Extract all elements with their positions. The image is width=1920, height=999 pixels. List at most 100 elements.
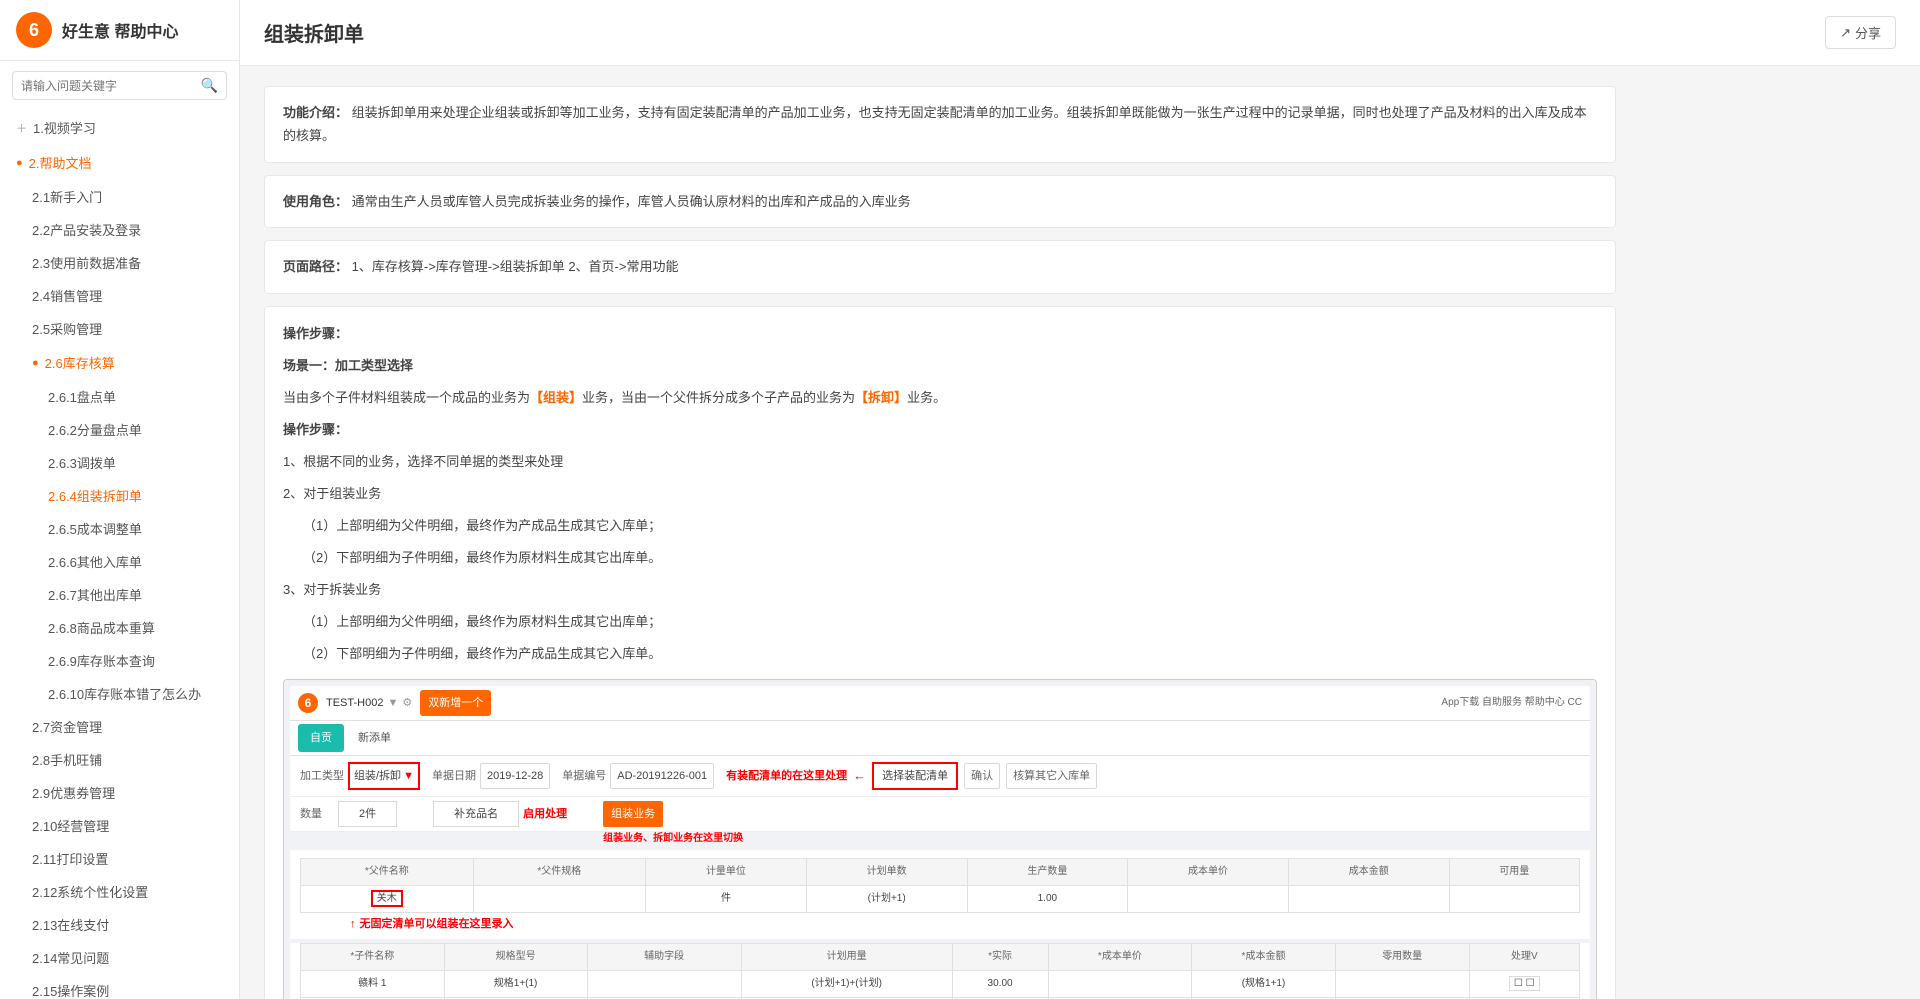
no-label: 单据编号	[562, 765, 606, 787]
sidebar-item-print[interactable]: 2.11打印设置	[0, 842, 239, 875]
th-plan-usage: 计划用量	[741, 943, 952, 970]
app-nav-left: TEST-H002 ▼ ⚙	[326, 692, 412, 714]
dropdown-placeholder[interactable]: 补充品名	[433, 801, 519, 827]
sidebar-item-install[interactable]: 2.2产品安装及登录	[0, 213, 239, 246]
steps-card: 操作步骤： 场景一：加工类型选择 当由多个子件材料组装成一个成品的业务为【组装】…	[264, 306, 1616, 999]
app-form-row-2: 数量 2件 补充品名 启用处理 组装业务 组装业务、拆卸业务在这里切换	[290, 797, 1590, 832]
step2: 2、对于组装业务	[283, 481, 1597, 507]
sidebar-item-other-out[interactable]: 2.6.7其他出库单	[0, 578, 239, 611]
annotation3-area: 补充品名 启用处理	[433, 801, 567, 827]
td-cost-unit	[1128, 885, 1289, 912]
annotation2-text: 组装业务、拆卸业务在这里切换	[603, 829, 743, 849]
app-nav-tabs: 自贡 新添单	[290, 721, 1590, 756]
table-header-row-2: *子件名称 规格型号 辅助字段 计划用量 *实际 *成本单价 *成本金额 零用数…	[301, 943, 1580, 970]
sidebar-item-online-pay[interactable]: 2.13在线支付	[0, 908, 239, 941]
th-cost-unit: 成本单价	[1128, 858, 1289, 885]
sidebar-item-newbie[interactable]: 2.1新手入门	[0, 180, 239, 213]
main-header: 组装拆卸单 ↗ 分享	[240, 0, 1920, 66]
sidebar-item-faq[interactable]: 2.14常见问题	[0, 941, 239, 974]
td-avail	[1449, 885, 1579, 912]
form-group-type: 加工类型 组装/拆卸 ▼	[300, 762, 420, 790]
sidebar-item-docs[interactable]: ● 2.帮助文档	[0, 145, 239, 180]
app-action2[interactable]: 核算其它入库单	[1006, 763, 1097, 789]
share-button[interactable]: ↗ 分享	[1825, 16, 1896, 49]
assembly-btn[interactable]: 选择装配清单	[872, 762, 958, 790]
th-parent-name: *父件名称	[301, 858, 474, 885]
page-title: 组装拆卸单	[264, 18, 364, 47]
th-unit: 计量单位	[646, 858, 807, 885]
sidebar-item-inventory[interactable]: ● 2.6库存核算	[0, 345, 239, 380]
sidebar-item-customize[interactable]: 2.12系统个性化设置	[0, 875, 239, 908]
app-tab-add[interactable]: 新添单	[348, 724, 401, 752]
date-value[interactable]: 2019-12-28	[480, 763, 550, 789]
date-label: 单据日期	[432, 765, 476, 787]
sidebar-item-assembly[interactable]: 2.6.4组装拆卸单	[0, 479, 239, 512]
search-input[interactable]	[21, 79, 201, 93]
td-aux-1	[587, 970, 741, 997]
window-title: TEST-H002	[326, 692, 383, 714]
process-btn-1[interactable]: ☐ ☐	[1509, 976, 1540, 991]
app-table-parent: *父件名称 *父件规格 计量单位 计划单数 生产数量 成本单价 成本金额 可用量	[300, 858, 1580, 913]
th-child-name: *子件名称	[301, 943, 445, 970]
sidebar-item-video-label: 1.视频学习	[33, 118, 96, 137]
app-action1[interactable]: 确认	[964, 763, 1000, 789]
parent-name-input[interactable]: 关木	[371, 890, 403, 907]
sidebar-item-cost-adj[interactable]: 2.6.5成本调整单	[0, 512, 239, 545]
td-cost-amt-1: (规格1+1)	[1192, 970, 1336, 997]
search-box[interactable]: 🔍	[12, 71, 227, 100]
qty-value[interactable]: 2件	[338, 801, 397, 827]
td-cost-unit-1	[1048, 970, 1192, 997]
main-area: 组装拆卸单 ↗ 分享 功能介绍： 组装拆卸单用来处理企业组装或拆卸等加工业务，支…	[240, 0, 1920, 999]
sidebar-item-data-prep[interactable]: 2.3使用前数据准备	[0, 246, 239, 279]
sidebar-item-sales[interactable]: 2.4销售管理	[0, 279, 239, 312]
step3-sub1: （1）上部明细为父件明细，最终作为原材料生成其它出库单；	[283, 609, 1597, 635]
annotation1-arrow: ←	[853, 763, 866, 789]
main-content: 功能介绍： 组装拆卸单用来处理企业组装或拆卸等加工业务，支持有固定装配清单的产品…	[240, 66, 1640, 999]
td-parent-spec	[473, 885, 646, 912]
screenshot-area: 6 TEST-H002 ▼ ⚙ 双新增一个 App下载 自助服务 帮助中心 CC…	[283, 679, 1597, 999]
sidebar-item-other-in[interactable]: 2.6.6其他入库单	[0, 545, 239, 578]
app-tab-active[interactable]: 自贡	[298, 724, 344, 752]
sidebar-item-stock-book[interactable]: 2.6.9库存账本查询	[0, 644, 239, 677]
step3-sub2: （2）下部明细为子件明细，最终作为产成品生成其它入库单。	[283, 641, 1597, 667]
sidebar-item-finance[interactable]: 2.7资金管理	[0, 710, 239, 743]
sidebar: 6 好生意 帮助中心 🔍 ＋ 1.视频学习 ● 2.帮助文档 2.1新手入门 2…	[0, 0, 240, 999]
table-row: 关木 件 (计划+1) 1.00	[301, 885, 1580, 912]
sidebar-item-stocktake2[interactable]: 2.6.2分量盘点单	[0, 413, 239, 446]
sidebar-item-purchase[interactable]: 2.5采购管理	[0, 312, 239, 345]
td-spec-1: 规格1+(1)	[444, 970, 587, 997]
sidebar-item-video[interactable]: ＋ 1.视频学习	[0, 110, 239, 145]
th-spec-model: 规格型号	[444, 943, 587, 970]
sidebar-item-cost-recalc[interactable]: 2.6.8商品成本重算	[0, 611, 239, 644]
sidebar-header: 6 好生意 帮助中心	[0, 0, 239, 61]
teal-btn[interactable]: 双新增一个	[420, 690, 491, 716]
app-form-area: 加工类型 组装/拆卸 ▼ 单据日期 2019-12-28 单据编号	[290, 756, 1590, 797]
app-table-parent-area: *父件名称 *父件规格 计量单位 计划单数 生产数量 成本单价 成本金额 可用量	[290, 850, 1590, 913]
share-label: 分享	[1855, 23, 1881, 42]
sidebar-item-coupon[interactable]: 2.9优惠券管理	[0, 776, 239, 809]
role-card: 使用角色： 通常由生产人员或库管人员完成拆装业务的操作，库管人员确认原材料的出库…	[264, 175, 1616, 228]
annotation3-text: 启用处理	[523, 803, 567, 825]
table-row: 赣料 1 规格1+(1) (计划+1)+(计划) 30.00 (规格1+1) ☐…	[301, 970, 1580, 997]
sidebar-item-stock-error[interactable]: 2.6.10库存账本错了怎么办	[0, 677, 239, 710]
sidebar-item-cases[interactable]: 2.15操作案例	[0, 974, 239, 999]
path-label: 页面路径：	[283, 259, 348, 274]
td-plan-1: (计划+1)+(计划)	[741, 970, 952, 997]
sidebar-item-docs-label: 2.帮助文档	[29, 153, 92, 172]
qty-label: 数量	[300, 803, 322, 825]
no-value[interactable]: AD-20191226-001	[610, 763, 714, 789]
table-header-row-1: *父件名称 *父件规格 计量单位 计划单数 生产数量 成本单价 成本金额 可用量	[301, 858, 1580, 885]
app-table-child-area: *子件名称 规格型号 辅助字段 计划用量 *实际 *成本单价 *成本金额 零用数…	[290, 943, 1590, 999]
td-process-1[interactable]: ☐ ☐	[1469, 970, 1579, 997]
app-table-child: *子件名称 规格型号 辅助字段 计划用量 *实际 *成本单价 *成本金额 零用数…	[300, 943, 1580, 999]
step2-sub1: （1）上部明细为父件明细，最终作为产成品生成其它入库单；	[283, 513, 1597, 539]
sidebar-item-stocktake[interactable]: 2.6.1盘点单	[0, 380, 239, 413]
type-value-box[interactable]: 组装/拆卸 ▼	[348, 762, 420, 790]
sidebar-item-mobile[interactable]: 2.8手机旺铺	[0, 743, 239, 776]
th-process: 处理V	[1469, 943, 1579, 970]
assembly-switch-btn[interactable]: 组装业务	[603, 801, 663, 827]
sidebar-item-manage[interactable]: 2.10经营管理	[0, 809, 239, 842]
step2-sub2: （2）下部明细为子件明细，最终作为原材料生成其它出库单。	[283, 545, 1597, 571]
sidebar-item-transfer[interactable]: 2.6.3调拨单	[0, 446, 239, 479]
app-logo: 6	[298, 693, 318, 713]
